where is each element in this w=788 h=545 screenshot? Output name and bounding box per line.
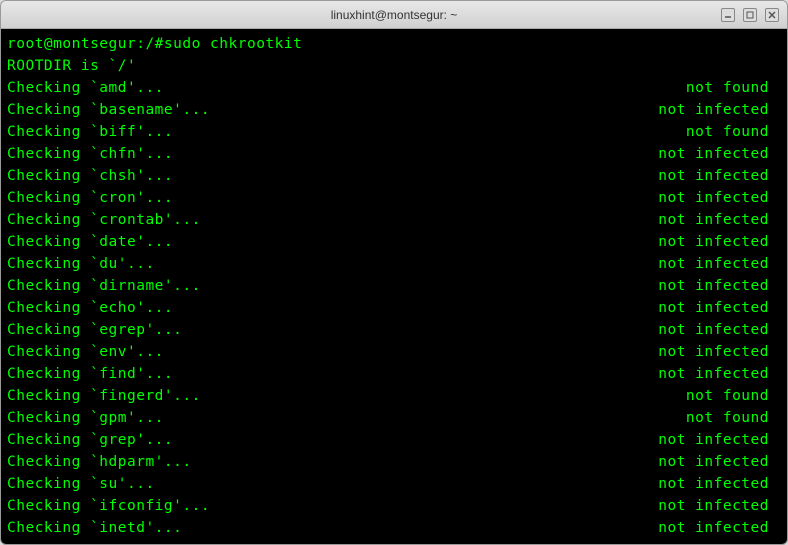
close-icon [768, 11, 776, 19]
check-label: Checking `basename'... [7, 99, 210, 121]
check-status: not infected [658, 495, 781, 517]
check-label: Checking `su'... [7, 473, 155, 495]
check-status: not infected [658, 451, 781, 473]
check-label: Checking `amd'... [7, 77, 164, 99]
check-status: not infected [658, 473, 781, 495]
command-text: sudo chkrootkit [164, 33, 302, 55]
check-status: not infected [658, 187, 781, 209]
check-status: not found [686, 407, 781, 429]
check-label: Checking `cron'... [7, 187, 173, 209]
check-line: Checking `crontab'... not infected [7, 209, 781, 231]
check-label: Checking `biff'... [7, 121, 173, 143]
terminal-window: linuxhint@montsegur: ~ root@montsegur:/#… [0, 0, 788, 545]
check-line: Checking `find'... not infected [7, 363, 781, 385]
check-label: Checking `ifconfig'... [7, 495, 210, 517]
check-label: Checking `egrep'... [7, 319, 182, 341]
check-line: Checking `echo'... not infected [7, 297, 781, 319]
close-button[interactable] [765, 8, 779, 22]
check-status: not infected [658, 165, 781, 187]
rootdir-line: ROOTDIR is `/' [7, 55, 781, 77]
check-label: Checking `fingerd'... [7, 385, 201, 407]
check-status: not infected [658, 99, 781, 121]
check-label: Checking `gpm'... [7, 407, 164, 429]
check-line: Checking `hdparm'... not infected [7, 451, 781, 473]
check-status: not found [686, 77, 781, 99]
check-status: not infected [658, 517, 781, 539]
check-status: not infected [658, 275, 781, 297]
check-line: Checking `egrep'... not infected [7, 319, 781, 341]
check-line: Checking `gpm'... not found [7, 407, 781, 429]
check-status: not infected [658, 363, 781, 385]
check-status: not infected [658, 429, 781, 451]
check-label: Checking `hdparm'... [7, 451, 192, 473]
maximize-icon [746, 11, 754, 19]
checks-output: Checking `amd'...not foundChecking `base… [7, 77, 781, 539]
check-line: Checking `date'... not infected [7, 231, 781, 253]
check-line: Checking `chfn'... not infected [7, 143, 781, 165]
check-label: Checking `chfn'... [7, 143, 173, 165]
terminal-body[interactable]: root@montsegur:/# sudo chkrootkit ROOTDI… [1, 29, 787, 544]
check-status: not infected [658, 253, 781, 275]
check-line: Checking `amd'... not found [7, 77, 781, 99]
check-line: Checking `inetd'... not infected [7, 517, 781, 539]
check-line: Checking `biff'... not found [7, 121, 781, 143]
shell-prompt: root@montsegur:/# [7, 33, 164, 55]
check-label: Checking `date'... [7, 231, 173, 253]
check-line: Checking `fingerd'... not found [7, 385, 781, 407]
check-status: not infected [658, 143, 781, 165]
check-label: Checking `env'... [7, 341, 164, 363]
check-label: Checking `echo'... [7, 297, 173, 319]
window-title: linuxhint@montsegur: ~ [331, 8, 458, 22]
check-label: Checking `chsh'... [7, 165, 173, 187]
check-line: Checking `dirname'... not infected [7, 275, 781, 297]
check-status: not infected [658, 341, 781, 363]
window-titlebar: linuxhint@montsegur: ~ [1, 1, 787, 29]
check-status: not infected [658, 231, 781, 253]
minimize-button[interactable] [721, 8, 735, 22]
check-line: Checking `su'... not infected [7, 473, 781, 495]
window-controls [721, 8, 779, 22]
check-line: Checking `grep'... not infected [7, 429, 781, 451]
check-label: Checking `inetd'... [7, 517, 182, 539]
check-status: not infected [658, 319, 781, 341]
check-status: not found [686, 385, 781, 407]
check-line: Checking `basename'... not infected [7, 99, 781, 121]
prompt-line: root@montsegur:/# sudo chkrootkit [7, 33, 781, 55]
check-line: Checking `env'... not infected [7, 341, 781, 363]
check-line: Checking `ifconfig'... not infected [7, 495, 781, 517]
check-label: Checking `du'... [7, 253, 155, 275]
check-status: not found [686, 121, 781, 143]
check-label: Checking `grep'... [7, 429, 173, 451]
check-line: Checking `chsh'... not infected [7, 165, 781, 187]
check-status: not infected [658, 297, 781, 319]
maximize-button[interactable] [743, 8, 757, 22]
check-line: Checking `du'... not infected [7, 253, 781, 275]
check-line: Checking `cron'... not infected [7, 187, 781, 209]
check-status: not infected [658, 209, 781, 231]
check-label: Checking `dirname'... [7, 275, 201, 297]
check-label: Checking `find'... [7, 363, 173, 385]
minimize-icon [724, 11, 732, 19]
check-label: Checking `crontab'... [7, 209, 201, 231]
